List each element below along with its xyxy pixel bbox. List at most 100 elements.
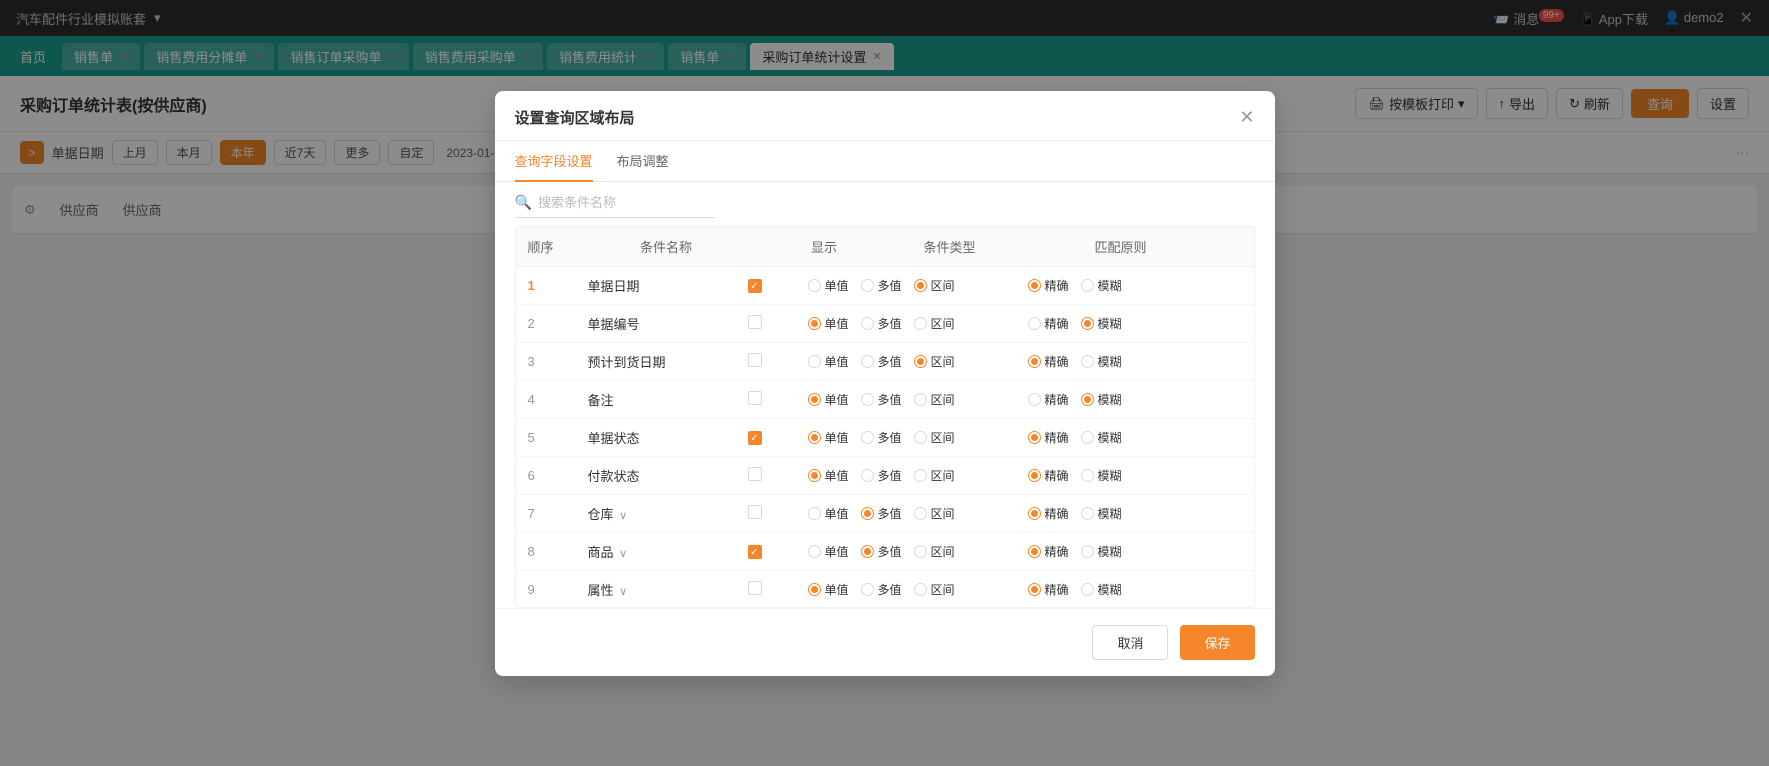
row-order-5: 6: [516, 456, 576, 494]
match-option-精确-7[interactable]: 精确: [1028, 543, 1069, 560]
type-option-区间-1[interactable]: 区间: [914, 315, 955, 332]
type-option-多值-5[interactable]: 多值: [861, 467, 902, 484]
type-option-区间-0[interactable]: 区间: [914, 277, 955, 294]
radio-circle-单值-8: [808, 583, 821, 596]
row-display-1[interactable]: [736, 304, 796, 342]
search-icon: 🔍: [515, 194, 532, 211]
checkbox-0[interactable]: [748, 279, 762, 293]
type-option-多值-2[interactable]: 多值: [861, 353, 902, 370]
radio-circle-多值-6: [861, 507, 874, 520]
match-option-精确-3[interactable]: 精确: [1028, 391, 1069, 408]
col-name: 条件名称: [628, 227, 799, 267]
type-option-多值-7[interactable]: 多值: [861, 543, 902, 560]
type-option-单值-5[interactable]: 单值: [808, 467, 849, 484]
match-option-精确-1[interactable]: 精确: [1028, 315, 1069, 332]
row-name-3: 备注: [576, 380, 736, 418]
match-option-模糊-0[interactable]: 模糊: [1081, 277, 1122, 294]
type-option-多值-4[interactable]: 多值: [861, 429, 902, 446]
match-option-模糊-8[interactable]: 模糊: [1081, 581, 1122, 598]
row-match-4: 精确模糊: [1016, 418, 1254, 456]
type-option-单值-2[interactable]: 单值: [808, 353, 849, 370]
type-option-单值-7[interactable]: 单值: [808, 543, 849, 560]
type-option-区间-4[interactable]: 区间: [914, 429, 955, 446]
type-option-多值-6[interactable]: 多值: [861, 505, 902, 522]
row-order-6: 7: [516, 494, 576, 532]
row-display-8[interactable]: [736, 570, 796, 607]
row-match-0: 精确模糊: [1016, 267, 1254, 305]
type-option-区间-3[interactable]: 区间: [914, 391, 955, 408]
checkbox-6[interactable]: [748, 505, 762, 519]
conditions-table: 顺序 条件名称 显示 条件类型 匹配原则 1单据日期单值多值区间精确模糊2单据编…: [515, 226, 1255, 608]
type-option-单值-4[interactable]: 单值: [808, 429, 849, 446]
type-option-区间-6[interactable]: 区间: [914, 505, 955, 522]
dropdown-arrow-6[interactable]: ∨: [619, 510, 627, 522]
row-display-5[interactable]: [736, 456, 796, 494]
tab-query-fields[interactable]: 查询字段设置: [515, 141, 593, 182]
checkbox-1[interactable]: [748, 315, 762, 329]
settings-modal: 设置查询区域布局 ✕ 查询字段设置 布局调整 🔍 顺序: [495, 91, 1275, 676]
match-option-模糊-7[interactable]: 模糊: [1081, 543, 1122, 560]
match-circle-精确-7: [1028, 545, 1041, 558]
row-type-3: 单值多值区间: [796, 380, 1016, 418]
save-btn[interactable]: 保存: [1180, 625, 1254, 660]
type-option-单值-1[interactable]: 单值: [808, 315, 849, 332]
match-option-模糊-2[interactable]: 模糊: [1081, 353, 1122, 370]
match-option-精确-5[interactable]: 精确: [1028, 467, 1069, 484]
type-option-单值-0[interactable]: 单值: [808, 277, 849, 294]
type-option-区间-8[interactable]: 区间: [914, 581, 955, 598]
match-circle-模糊-4: [1081, 431, 1094, 444]
match-circle-精确-2: [1028, 355, 1041, 368]
row-display-0[interactable]: [736, 267, 796, 305]
row-display-7[interactable]: [736, 532, 796, 570]
type-option-单值-8[interactable]: 单值: [808, 581, 849, 598]
match-option-精确-2[interactable]: 精确: [1028, 353, 1069, 370]
match-option-精确-0[interactable]: 精确: [1028, 277, 1069, 294]
checkbox-2[interactable]: [748, 353, 762, 367]
dropdown-arrow-7[interactable]: ∨: [619, 548, 627, 560]
match-option-模糊-4[interactable]: 模糊: [1081, 429, 1122, 446]
row-display-2[interactable]: [736, 342, 796, 380]
match-option-精确-8[interactable]: 精确: [1028, 581, 1069, 598]
type-option-多值-3[interactable]: 多值: [861, 391, 902, 408]
checkbox-3[interactable]: [748, 391, 762, 405]
row-display-4[interactable]: [736, 418, 796, 456]
modal-close-btn[interactable]: ✕: [1239, 107, 1254, 128]
checkbox-8[interactable]: [748, 581, 762, 595]
row-type-2: 单值多值区间: [796, 342, 1016, 380]
radio-circle-单值-6: [808, 507, 821, 520]
match-option-精确-4[interactable]: 精确: [1028, 429, 1069, 446]
match-option-精确-6[interactable]: 精确: [1028, 505, 1069, 522]
type-option-多值-0[interactable]: 多值: [861, 277, 902, 294]
row-order-8: 9: [516, 570, 576, 607]
type-option-区间-5[interactable]: 区间: [914, 467, 955, 484]
modal-overlay: 设置查询区域布局 ✕ 查询字段设置 布局调整 🔍 顺序: [0, 0, 1769, 766]
match-circle-模糊-5: [1081, 469, 1094, 482]
type-option-单值-6[interactable]: 单值: [808, 505, 849, 522]
match-option-模糊-5[interactable]: 模糊: [1081, 467, 1122, 484]
row-order-1: 2: [516, 304, 576, 342]
search-input[interactable]: [538, 195, 698, 210]
col-order: 顺序: [516, 227, 629, 267]
row-display-6[interactable]: [736, 494, 796, 532]
tab-layout-adjust[interactable]: 布局调整: [617, 141, 669, 182]
radio-circle-区间-1: [914, 317, 927, 330]
row-display-3[interactable]: [736, 380, 796, 418]
type-option-区间-2[interactable]: 区间: [914, 353, 955, 370]
type-option-单值-3[interactable]: 单值: [808, 391, 849, 408]
cancel-btn[interactable]: 取消: [1092, 625, 1168, 660]
type-option-区间-7[interactable]: 区间: [914, 543, 955, 560]
radio-circle-多值-5: [861, 469, 874, 482]
type-option-多值-8[interactable]: 多值: [861, 581, 902, 598]
radio-circle-区间-4: [914, 431, 927, 444]
match-option-模糊-1[interactable]: 模糊: [1081, 315, 1122, 332]
checkbox-5[interactable]: [748, 467, 762, 481]
checkbox-4[interactable]: [748, 431, 762, 445]
match-option-模糊-6[interactable]: 模糊: [1081, 505, 1122, 522]
checkbox-7[interactable]: [748, 545, 762, 559]
radio-circle-区间-5: [914, 469, 927, 482]
dropdown-arrow-8[interactable]: ∨: [619, 586, 627, 598]
modal-footer: 取消 保存: [495, 608, 1275, 676]
type-option-多值-1[interactable]: 多值: [861, 315, 902, 332]
radio-circle-单值-2: [808, 355, 821, 368]
match-option-模糊-3[interactable]: 模糊: [1081, 391, 1122, 408]
